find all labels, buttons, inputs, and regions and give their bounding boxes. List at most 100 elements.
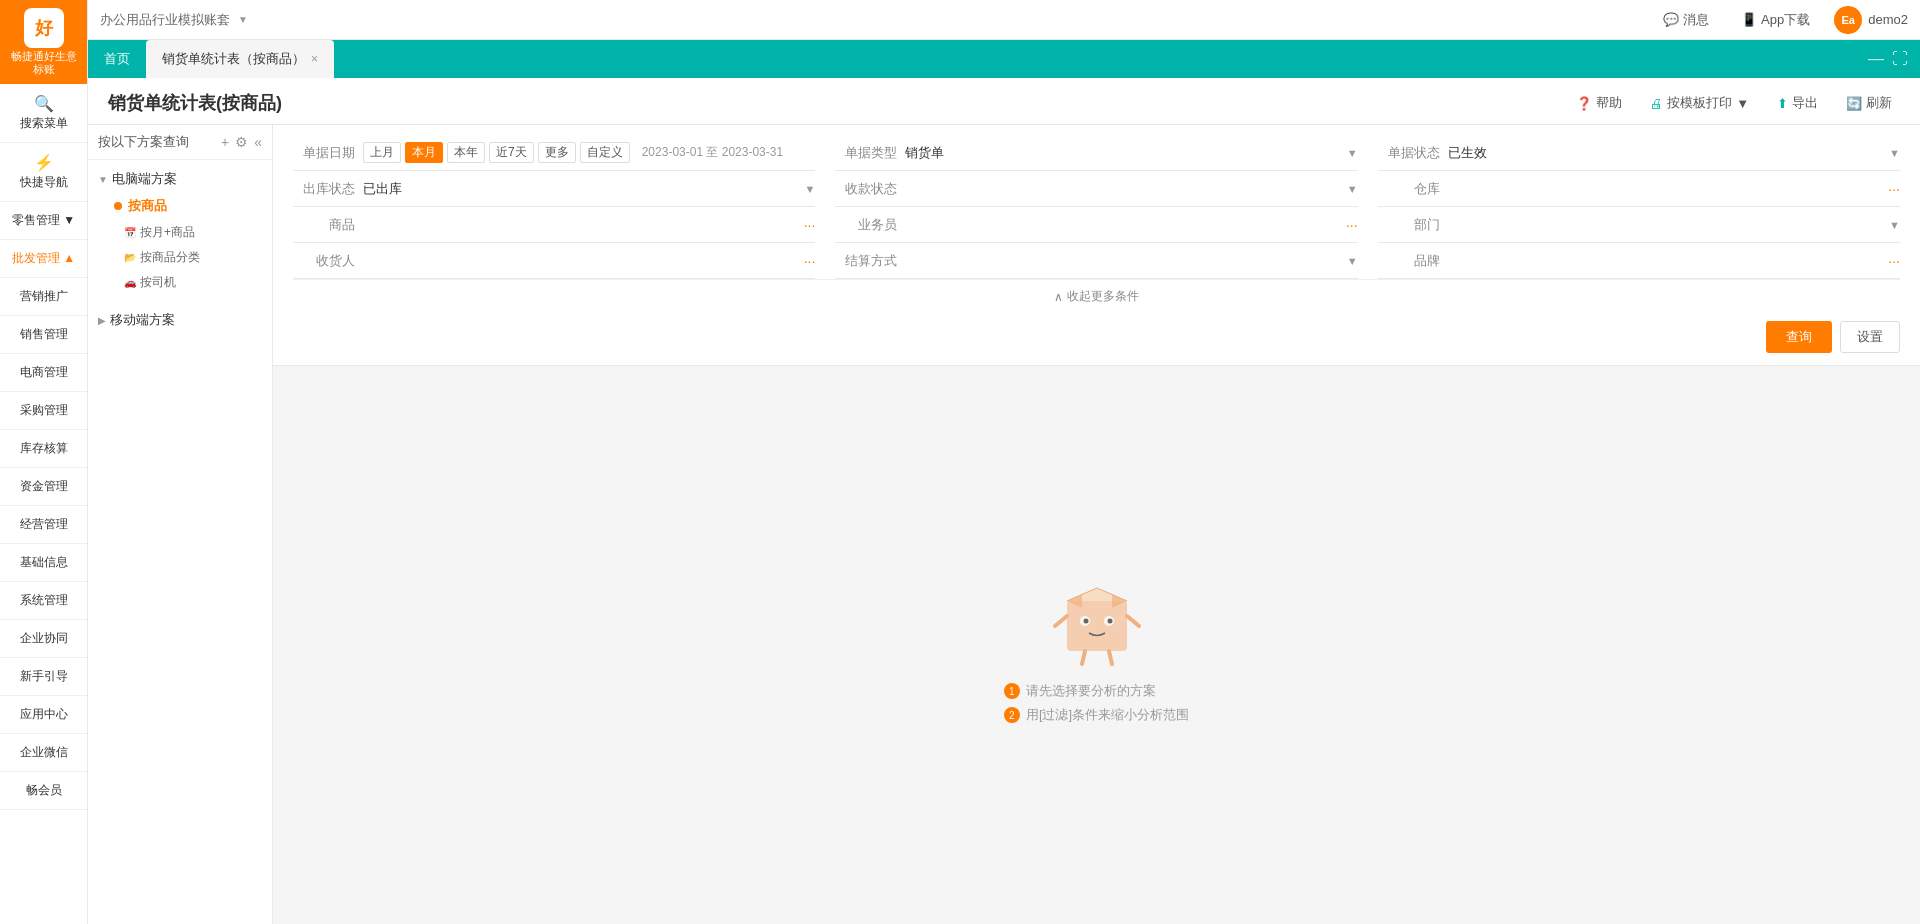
scheme-category-pc: ▼ 电脑端方案 按商品 📅 按月+商品 📂 按商品分类 🚗 按司机 bbox=[88, 160, 272, 301]
tab-home[interactable]: 首页 bbox=[88, 40, 146, 78]
sidebar-item-wholesale[interactable]: 批发管理 ▲ bbox=[0, 240, 87, 278]
out-status-label: 出库状态 bbox=[293, 180, 363, 198]
top-header: 办公用品行业模拟账套 ▼ 💬 消息 📱 App下载 Ea demo2 bbox=[88, 0, 1920, 40]
sidebar-item-quick-nav[interactable]: ⚡ 快捷导航 bbox=[0, 143, 87, 202]
svg-line-5 bbox=[1055, 616, 1067, 626]
sidebar-item-system[interactable]: 系统管理 bbox=[0, 582, 87, 620]
salesperson-dots[interactable]: ··· bbox=[1346, 217, 1358, 233]
sidebar-item-operations[interactable]: 经营管理 bbox=[0, 506, 87, 544]
sidebar-item-base[interactable]: 基础信息 bbox=[0, 544, 87, 582]
collapse-more-btn[interactable]: ∧ 收起更多条件 bbox=[293, 279, 1900, 313]
sidebar-item-marketing[interactable]: 营销推广 bbox=[0, 278, 87, 316]
empty-tips: 1 请先选择要分析的方案 2 用[过滤]条件来缩小分析范围 bbox=[1004, 682, 1189, 724]
payment-status-arrow[interactable]: ▼ bbox=[1347, 183, 1358, 195]
svg-line-7 bbox=[1082, 651, 1085, 664]
settings-button[interactable]: 设置 bbox=[1840, 321, 1900, 353]
logo-icon: 好 bbox=[24, 8, 64, 48]
payment-method-label: 结算方式 bbox=[835, 252, 905, 270]
query-button[interactable]: 查询 bbox=[1766, 321, 1832, 353]
doc-type-input[interactable]: 销货单 ▼ bbox=[905, 144, 1357, 162]
brand-input[interactable]: ··· bbox=[1448, 253, 1900, 269]
filter-cell-goods: 商品 ··· bbox=[293, 207, 815, 243]
date-more-btn[interactable]: 更多 bbox=[538, 142, 576, 163]
out-status-arrow[interactable]: ▼ bbox=[804, 183, 815, 195]
scheme-add-btn[interactable]: + bbox=[221, 134, 229, 150]
doc-type-arrow[interactable]: ▼ bbox=[1347, 147, 1358, 159]
scheme-settings-btn[interactable]: ⚙ bbox=[235, 134, 248, 150]
date-7days-btn[interactable]: 近7天 bbox=[489, 142, 534, 163]
mobile-scheme-title[interactable]: ▶ 移动端方案 bbox=[98, 307, 262, 333]
sidebar-item-sales[interactable]: 销售管理 bbox=[0, 316, 87, 354]
sidebar-item-enterprise[interactable]: 企业协同 bbox=[0, 620, 87, 658]
template-print-btn[interactable]: 🖨 按模板打印 ▼ bbox=[1642, 90, 1757, 116]
page-title: 销货单统计表(按商品) bbox=[108, 91, 282, 115]
warehouse-dots[interactable]: ··· bbox=[1888, 181, 1900, 197]
active-dot bbox=[114, 202, 122, 210]
dept-input[interactable]: ▼ bbox=[1448, 219, 1900, 231]
filter-cell-doc-type: 单据类型 销货单 ▼ bbox=[835, 135, 1357, 171]
payment-method-arrow[interactable]: ▼ bbox=[1347, 255, 1358, 267]
payment-status-input[interactable]: ▼ bbox=[905, 183, 1357, 195]
collapse-up-icon: ∧ bbox=[1054, 290, 1063, 304]
page-header: 销货单统计表(按商品) ❓ 帮助 🖨 按模板打印 ▼ ⬆ 导出 🔄 刷新 bbox=[88, 78, 1920, 125]
template-dropdown-arrow[interactable]: ▼ bbox=[238, 14, 248, 25]
filter-cell-receiver: 收货人 ··· bbox=[293, 243, 815, 279]
maximize-btn[interactable]: ⛶ bbox=[1892, 50, 1908, 68]
date-this-year-btn[interactable]: 本年 bbox=[447, 142, 485, 163]
receiver-input[interactable]: ··· bbox=[363, 253, 815, 269]
message-btn[interactable]: 💬 消息 bbox=[1655, 7, 1717, 33]
svg-point-3 bbox=[1083, 619, 1088, 624]
scheme-item-goods-category[interactable]: 📂 按商品分类 bbox=[98, 245, 262, 270]
username: demo2 bbox=[1868, 12, 1908, 27]
sidebar-item-guide[interactable]: 新手引导 bbox=[0, 658, 87, 696]
goods-input[interactable]: ··· bbox=[363, 217, 815, 233]
dept-arrow[interactable]: ▼ bbox=[1889, 219, 1900, 231]
template-name: 办公用品行业模拟账套 bbox=[100, 11, 230, 29]
sidebar-item-apps[interactable]: 应用中心 bbox=[0, 696, 87, 734]
logo-text: 畅捷通好生意 标账 bbox=[4, 50, 83, 76]
goods-dots[interactable]: ··· bbox=[804, 217, 816, 233]
doc-status-input[interactable]: 已生效 ▼ bbox=[1448, 144, 1900, 162]
receiver-dots[interactable]: ··· bbox=[804, 253, 816, 269]
doc-status-arrow[interactable]: ▼ bbox=[1889, 147, 1900, 159]
logo-area[interactable]: 好 畅捷通好生意 标账 bbox=[0, 0, 87, 84]
filter-area: 单据日期 上月 本月 本年 近7天 更多 自定义 2023-03-01 至 20… bbox=[273, 125, 1920, 313]
date-label: 单据日期 bbox=[293, 144, 363, 162]
help-btn[interactable]: ❓ 帮助 bbox=[1568, 90, 1630, 116]
tab-active[interactable]: 销货单统计表（按商品） × bbox=[146, 40, 334, 78]
sidebar-item-purchase[interactable]: 采购管理 bbox=[0, 392, 87, 430]
sidebar-item-finance[interactable]: 资金管理 bbox=[0, 468, 87, 506]
sidebar-item-search-menu[interactable]: 🔍 搜索菜单 bbox=[0, 84, 87, 143]
scheme-item-driver[interactable]: 🚗 按司机 bbox=[98, 270, 262, 295]
sidebar-item-wechat[interactable]: 企业微信 bbox=[0, 734, 87, 772]
brand-dots[interactable]: ··· bbox=[1888, 253, 1900, 269]
tab-close-btn[interactable]: × bbox=[311, 52, 318, 66]
sidebar-item-inventory[interactable]: 库存核算 bbox=[0, 430, 87, 468]
date-custom-btn[interactable]: 自定义 bbox=[580, 142, 630, 163]
main-area: 办公用品行业模拟账套 ▼ 💬 消息 📱 App下载 Ea demo2 首页 销货… bbox=[88, 0, 1920, 924]
sidebar-item-ecommerce[interactable]: 电商管理 bbox=[0, 354, 87, 392]
app-download-btn[interactable]: 📱 App下载 bbox=[1733, 7, 1818, 33]
sidebar-item-retail[interactable]: 零售管理 ▼ bbox=[0, 202, 87, 240]
scheme-item-month-goods[interactable]: 📅 按月+商品 bbox=[98, 220, 262, 245]
filter-cell-dept: 部门 ▼ bbox=[1378, 207, 1900, 243]
out-status-input[interactable]: 已出库 ▼ bbox=[363, 180, 815, 198]
sidebar-item-member[interactable]: 畅会员 bbox=[0, 772, 87, 810]
scheme-item-by-goods[interactable]: 按商品 bbox=[98, 192, 262, 220]
scheme-collapse-btn[interactable]: « bbox=[254, 134, 262, 150]
body-area: 按以下方案查询 + ⚙ « ▼ 电脑端方案 按商品 📅 按月+ bbox=[88, 125, 1920, 924]
date-last-month-btn[interactable]: 上月 bbox=[363, 142, 401, 163]
pc-scheme-title[interactable]: ▼ 电脑端方案 bbox=[98, 166, 262, 192]
minimize-btn[interactable]: — bbox=[1868, 50, 1884, 68]
refresh-btn[interactable]: 🔄 刷新 bbox=[1838, 90, 1900, 116]
salesperson-input[interactable]: ··· bbox=[905, 217, 1357, 233]
payment-method-input[interactable]: ▼ bbox=[905, 255, 1357, 267]
warehouse-input[interactable]: ··· bbox=[1448, 181, 1900, 197]
date-this-month-btn[interactable]: 本月 bbox=[405, 142, 443, 163]
header-right: 💬 消息 📱 App下载 Ea demo2 bbox=[1655, 6, 1908, 34]
tip-num-2: 2 bbox=[1004, 707, 1020, 723]
filter-cell-date: 单据日期 上月 本月 本年 近7天 更多 自定义 2023-03-01 至 20… bbox=[293, 135, 815, 171]
user-info[interactable]: Ea demo2 bbox=[1834, 6, 1908, 34]
export-btn[interactable]: ⬆ 导出 bbox=[1769, 90, 1826, 116]
svg-line-6 bbox=[1127, 616, 1139, 626]
